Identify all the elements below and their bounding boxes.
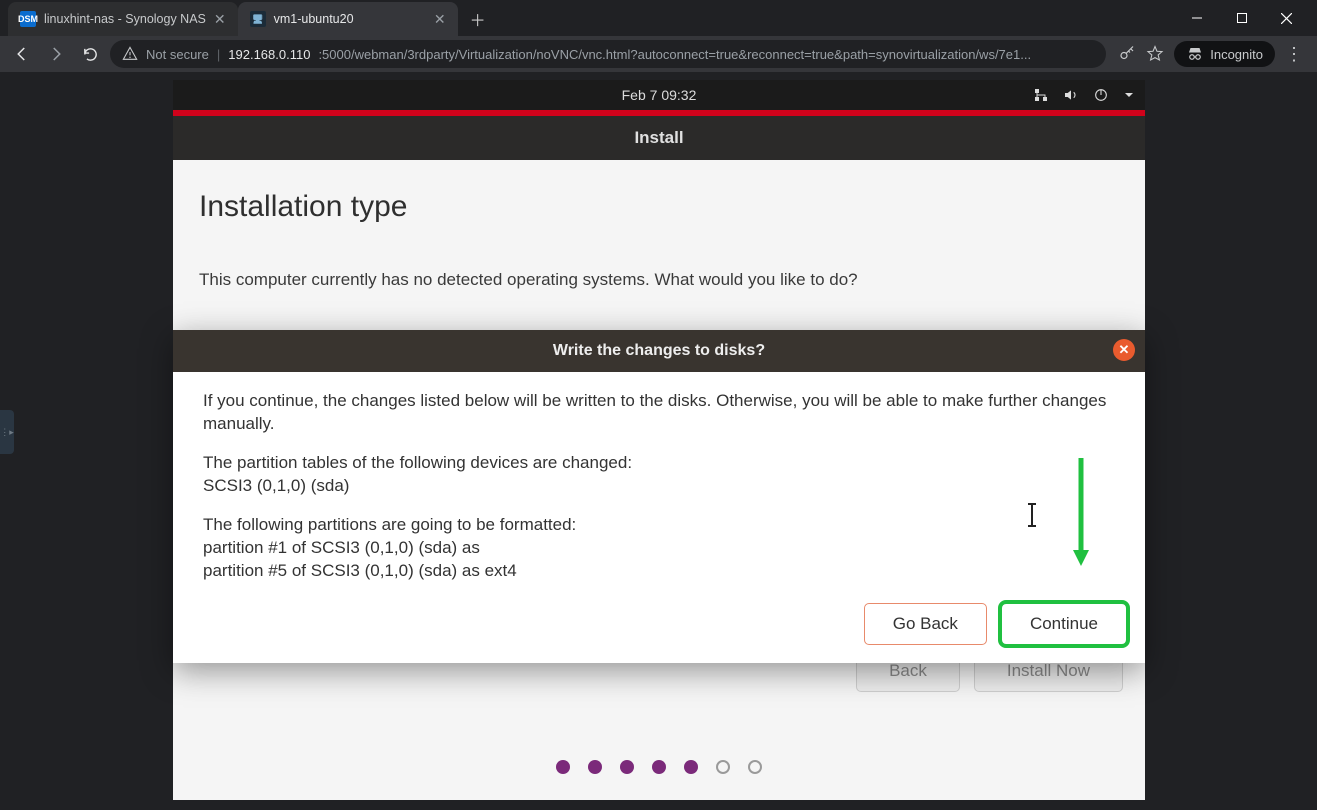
vm-display[interactable]: Feb 7 09:32 Install Installation type Th… — [173, 80, 1145, 800]
incognito-icon — [1186, 45, 1204, 63]
system-tray[interactable] — [1033, 87, 1135, 103]
address-bar[interactable]: Not secure | 192.168.0.110:5000/webman/3… — [110, 40, 1106, 68]
dialog-intro: If you continue, the changes listed belo… — [203, 390, 1115, 436]
incognito-indicator[interactable]: Incognito — [1174, 41, 1275, 67]
progress-dot — [556, 760, 570, 774]
progress-dot — [748, 760, 762, 774]
chevron-down-icon[interactable] — [1123, 89, 1135, 101]
browser-menu-button[interactable]: ⋮ — [1285, 44, 1303, 65]
not-secure-icon — [122, 46, 138, 62]
format-entry: partition #5 of SCSI3 (0,1,0) (sda) as e… — [203, 561, 517, 580]
window-close-button[interactable] — [1264, 3, 1309, 33]
browser-tab-active[interactable]: 🖥 vm1-ubuntu20 ✕ — [238, 2, 458, 36]
browser-tab[interactable]: DSM linuxhint-nas - Synology NAS ✕ — [8, 2, 238, 36]
page-question: This computer currently has no detected … — [199, 270, 1119, 290]
dialog-titlebar: Write the changes to disks? ✕ — [173, 330, 1145, 372]
tab-favicon: DSM — [20, 11, 36, 27]
browser-toolbar: Not secure | 192.168.0.110:5000/webman/3… — [0, 36, 1317, 72]
format-heading: The following partitions are going to be… — [203, 515, 576, 534]
installer-titlebar: Install — [173, 116, 1145, 160]
window-maximize-button[interactable] — [1219, 3, 1264, 33]
url-path: :5000/webman/3rdparty/Virtualization/noV… — [318, 47, 1031, 62]
dialog-title: Write the changes to disks? — [553, 342, 765, 360]
window-minimize-button[interactable] — [1174, 3, 1219, 33]
incognito-label: Incognito — [1210, 47, 1263, 62]
progress-dot — [716, 760, 730, 774]
continue-button[interactable]: Continue — [1001, 603, 1127, 645]
page-title: Installation type — [199, 190, 1119, 224]
back-button[interactable] — [8, 40, 36, 68]
url-host: 192.168.0.110 — [228, 47, 310, 62]
dialog-close-button[interactable]: ✕ — [1113, 339, 1135, 361]
gnome-topbar: Feb 7 09:32 — [173, 80, 1145, 110]
forward-button[interactable] — [42, 40, 70, 68]
progress-dot — [588, 760, 602, 774]
tab-title: vm1-ubuntu20 — [274, 12, 354, 26]
bookmark-star-icon[interactable] — [1146, 45, 1164, 63]
tab-close-button[interactable]: ✕ — [434, 11, 446, 28]
not-secure-label: Not secure — [146, 47, 209, 62]
tables-heading: The partition tables of the following de… — [203, 453, 632, 472]
network-icon[interactable] — [1033, 87, 1049, 103]
power-icon[interactable] — [1093, 87, 1109, 103]
volume-icon[interactable] — [1063, 87, 1079, 103]
go-back-button[interactable]: Go Back — [864, 603, 987, 645]
tab-close-button[interactable]: ✕ — [214, 11, 226, 28]
progress-dot — [684, 760, 698, 774]
tables-entry: SCSI3 (0,1,0) (sda) — [203, 476, 349, 495]
novnc-panel-handle[interactable]: ⋮▸ — [0, 410, 14, 454]
progress-dot — [620, 760, 634, 774]
installer-page: Installation type This computer currentl… — [173, 160, 1145, 290]
tab-title: linuxhint-nas - Synology NAS — [44, 12, 206, 26]
confirm-dialog: Write the changes to disks? ✕ If you con… — [173, 330, 1145, 663]
progress-dots — [173, 760, 1145, 774]
tab-favicon: 🖥 — [250, 11, 266, 27]
installer-title: Install — [634, 128, 683, 148]
format-entry: partition #1 of SCSI3 (0,1,0) (sda) as — [203, 538, 480, 557]
new-tab-button[interactable]: ＋ — [464, 5, 492, 33]
reload-button[interactable] — [76, 40, 104, 68]
key-icon[interactable] — [1118, 45, 1136, 63]
text-cursor-icon — [1031, 504, 1033, 526]
clock: Feb 7 09:32 — [622, 87, 697, 103]
progress-dot — [652, 760, 666, 774]
browser-tabstrip: DSM linuxhint-nas - Synology NAS ✕ 🖥 vm1… — [0, 0, 1317, 36]
dialog-body: If you continue, the changes listed belo… — [173, 372, 1145, 603]
